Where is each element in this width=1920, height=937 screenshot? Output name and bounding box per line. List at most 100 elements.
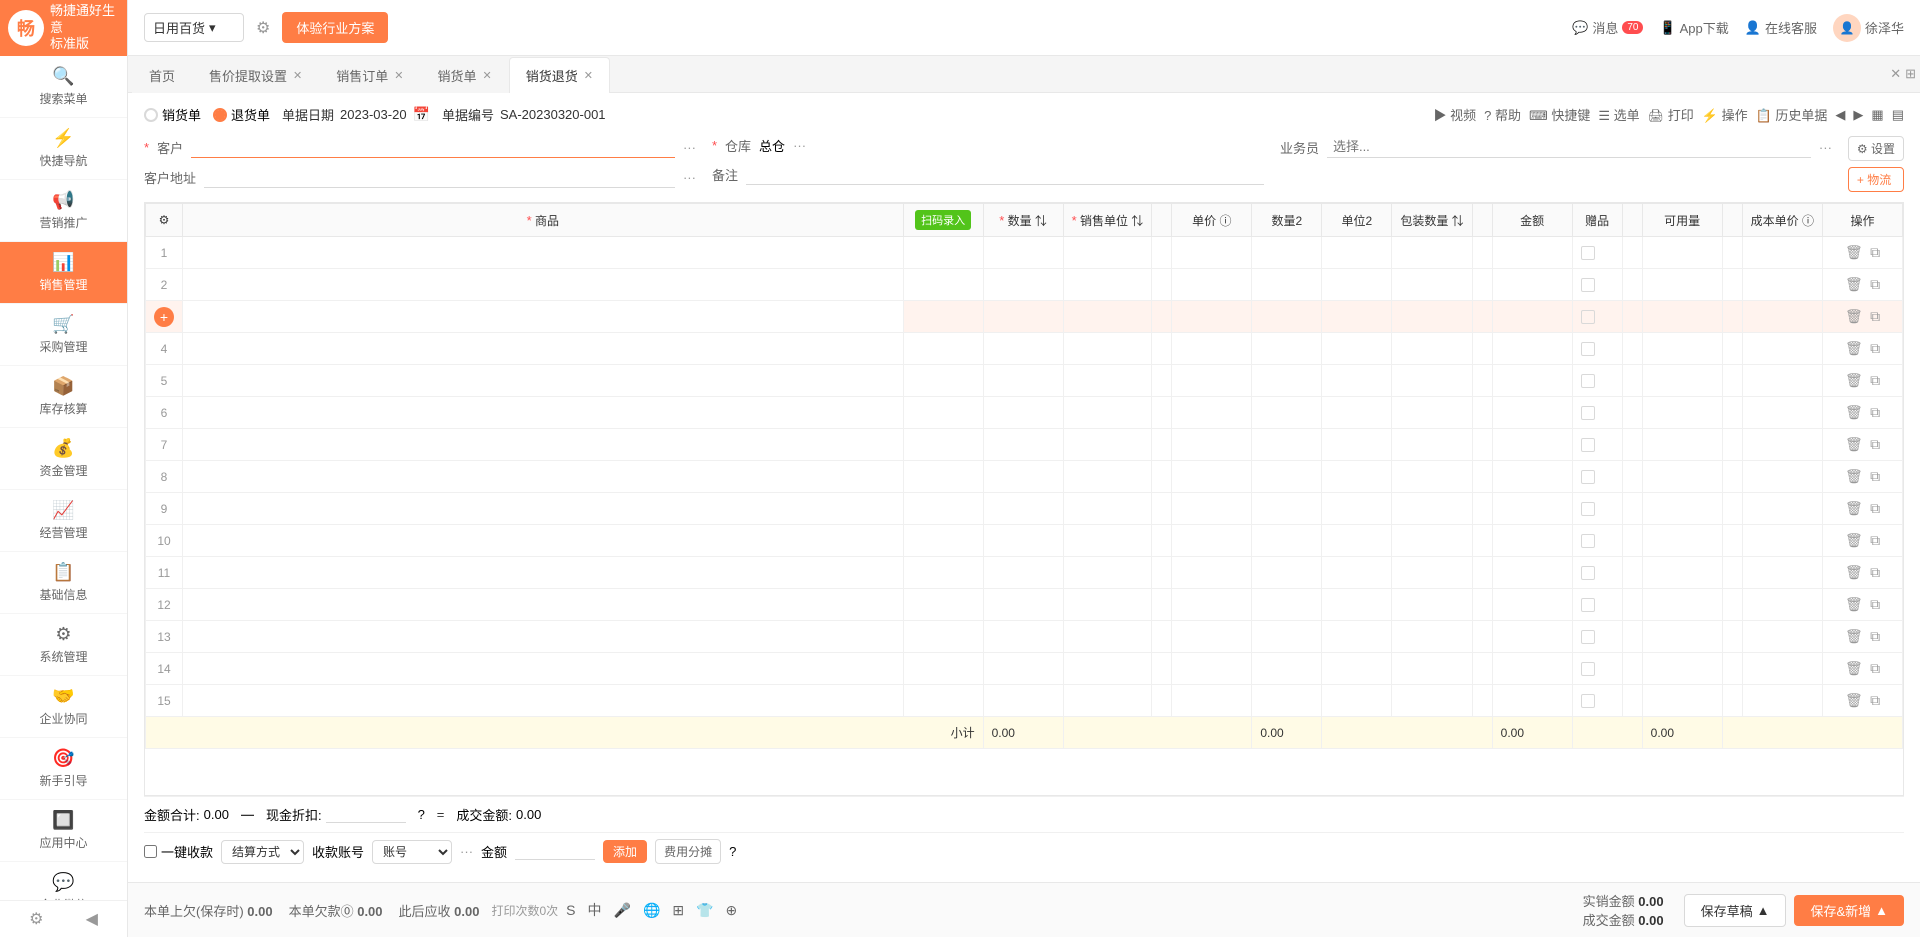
delete-row-btn[interactable]: 🗑: [1843, 658, 1865, 679]
copy-row-btn[interactable]: ⧉: [1868, 594, 1882, 615]
delete-row-btn[interactable]: 🗑: [1843, 498, 1865, 519]
gift-checkbox[interactable]: [1581, 310, 1595, 324]
sales-unit-cell[interactable]: [1063, 429, 1152, 461]
qty-cell[interactable]: [983, 429, 1063, 461]
unit-price-cell[interactable]: [1172, 653, 1252, 685]
sales-unit-cell[interactable]: [1063, 269, 1152, 301]
copy-row-btn[interactable]: ⧉: [1868, 626, 1882, 647]
sidebar-item-marketing[interactable]: 📢 营销推广: [0, 180, 127, 242]
pack-qty-cell[interactable]: [1392, 493, 1472, 525]
gift-checkbox[interactable]: [1581, 662, 1595, 676]
th-settings[interactable]: ⚙: [146, 204, 183, 237]
gift-checkbox[interactable]: [1581, 598, 1595, 612]
amount-cell[interactable]: [1492, 493, 1572, 525]
calendar-icon[interactable]: 📅: [413, 106, 430, 123]
delete-row-btn[interactable]: 🗑: [1843, 690, 1865, 711]
gift-cell[interactable]: [1572, 365, 1622, 397]
grid-view-icon[interactable]: ▦: [1871, 107, 1883, 123]
qty2-cell[interactable]: [1252, 365, 1322, 397]
copy-row-btn[interactable]: ⧉: [1868, 466, 1882, 487]
toolbar-mic-icon[interactable]: 🎤: [610, 900, 635, 921]
goods-input[interactable]: [191, 565, 895, 580]
delete-row-btn[interactable]: 🗑: [1843, 562, 1865, 583]
copy-row-btn[interactable]: ⧉: [1868, 402, 1882, 423]
delete-row-btn[interactable]: 🗑: [1843, 626, 1865, 647]
tab-close-all-icon[interactable]: ✕: [1890, 66, 1901, 82]
app-download-btn[interactable]: 📱 App下载: [1659, 18, 1728, 37]
operations-btn[interactable]: ⚡ 操作: [1702, 105, 1748, 124]
help-btn[interactable]: ? 帮助: [1484, 105, 1521, 124]
amount-cell[interactable]: [1492, 365, 1572, 397]
sidebar-item-collab[interactable]: 🤝 企业协同: [0, 676, 127, 738]
goods-input[interactable]: [191, 309, 895, 324]
amount-cell[interactable]: [1492, 301, 1572, 333]
account-more-icon[interactable]: ···: [460, 844, 473, 859]
goods-input[interactable]: [191, 245, 895, 260]
qty-cell[interactable]: [983, 685, 1063, 717]
sales-unit-cell[interactable]: [1063, 461, 1152, 493]
sidebar-item-system[interactable]: ⚙ 系统管理: [0, 614, 127, 676]
unit2-cell[interactable]: [1322, 333, 1392, 365]
tab-sales-order[interactable]: 销售订单 ✕: [319, 57, 420, 93]
sidebar-item-apps[interactable]: 🔲 应用中心: [0, 800, 127, 862]
goods-input[interactable]: [191, 469, 895, 484]
goods-cell[interactable]: [183, 429, 904, 461]
scan-btn[interactable]: 扫码录入: [915, 210, 971, 230]
delete-row-btn[interactable]: 🗑: [1843, 370, 1865, 391]
unit2-cell[interactable]: [1322, 301, 1392, 333]
pack-qty-cell[interactable]: [1392, 237, 1472, 269]
unit-price-cell[interactable]: [1172, 493, 1252, 525]
qty-cell[interactable]: [983, 397, 1063, 429]
delete-row-btn[interactable]: 🗑: [1843, 306, 1865, 327]
unit2-cell[interactable]: [1322, 525, 1392, 557]
toolbar-trans-icon[interactable]: 🌐: [639, 900, 664, 921]
goods-input[interactable]: [191, 597, 895, 612]
unit2-cell[interactable]: [1322, 269, 1392, 301]
gift-cell[interactable]: [1572, 333, 1622, 365]
goods-input[interactable]: [191, 693, 895, 708]
qty-cell[interactable]: [983, 333, 1063, 365]
unit2-cell[interactable]: [1322, 589, 1392, 621]
add-payment-btn[interactable]: 添加: [603, 840, 647, 863]
settings-btn[interactable]: ⚙ 设置: [1848, 136, 1904, 161]
unit2-cell[interactable]: [1322, 653, 1392, 685]
goods-cell[interactable]: [183, 493, 904, 525]
qty2-cell[interactable]: [1252, 429, 1322, 461]
qty2-cell[interactable]: [1252, 461, 1322, 493]
online-service-btn[interactable]: 👤 在线客服: [1745, 18, 1817, 37]
toolbar-shirt-icon[interactable]: 👕: [692, 900, 717, 921]
gift-cell[interactable]: [1572, 269, 1622, 301]
qty2-cell[interactable]: [1252, 589, 1322, 621]
qty-cell[interactable]: [983, 301, 1063, 333]
address-input[interactable]: [204, 166, 675, 188]
sales-unit-cell[interactable]: [1063, 589, 1152, 621]
experience-btn[interactable]: 体验行业方案: [282, 12, 388, 43]
amount-cell[interactable]: [1492, 589, 1572, 621]
tab-sales[interactable]: 销货单 ✕: [420, 57, 508, 93]
gift-cell[interactable]: [1572, 397, 1622, 429]
qty-cell[interactable]: [983, 269, 1063, 301]
copy-row-btn[interactable]: ⧉: [1868, 498, 1882, 519]
delete-row-btn[interactable]: 🗑: [1843, 402, 1865, 423]
goods-cell[interactable]: [183, 589, 904, 621]
goods-cell[interactable]: [183, 365, 904, 397]
address-more-icon[interactable]: ···: [683, 170, 696, 185]
prev-record-icon[interactable]: ◀: [1835, 107, 1845, 123]
qty2-cell[interactable]: [1252, 397, 1322, 429]
qty-cell[interactable]: [983, 237, 1063, 269]
qty2-cell[interactable]: [1252, 653, 1322, 685]
unit-price-cell[interactable]: [1172, 525, 1252, 557]
gift-cell[interactable]: [1572, 461, 1622, 493]
pack-qty-cell[interactable]: [1392, 301, 1472, 333]
sidebar-item-purchase[interactable]: 🛒 采购管理: [0, 304, 127, 366]
goods-cell[interactable]: [183, 301, 904, 333]
gift-checkbox[interactable]: [1581, 438, 1595, 452]
qty2-cell[interactable]: [1252, 621, 1322, 653]
gift-checkbox[interactable]: [1581, 566, 1595, 580]
gift-cell[interactable]: [1572, 653, 1622, 685]
sales-unit-cell[interactable]: [1063, 685, 1152, 717]
sidebar-collapse-btn[interactable]: ◀: [86, 909, 98, 929]
one-click-payment-checkbox[interactable]: [144, 845, 157, 858]
select-btn[interactable]: ☰ 选单: [1598, 105, 1639, 124]
discount-input[interactable]: [326, 807, 406, 823]
